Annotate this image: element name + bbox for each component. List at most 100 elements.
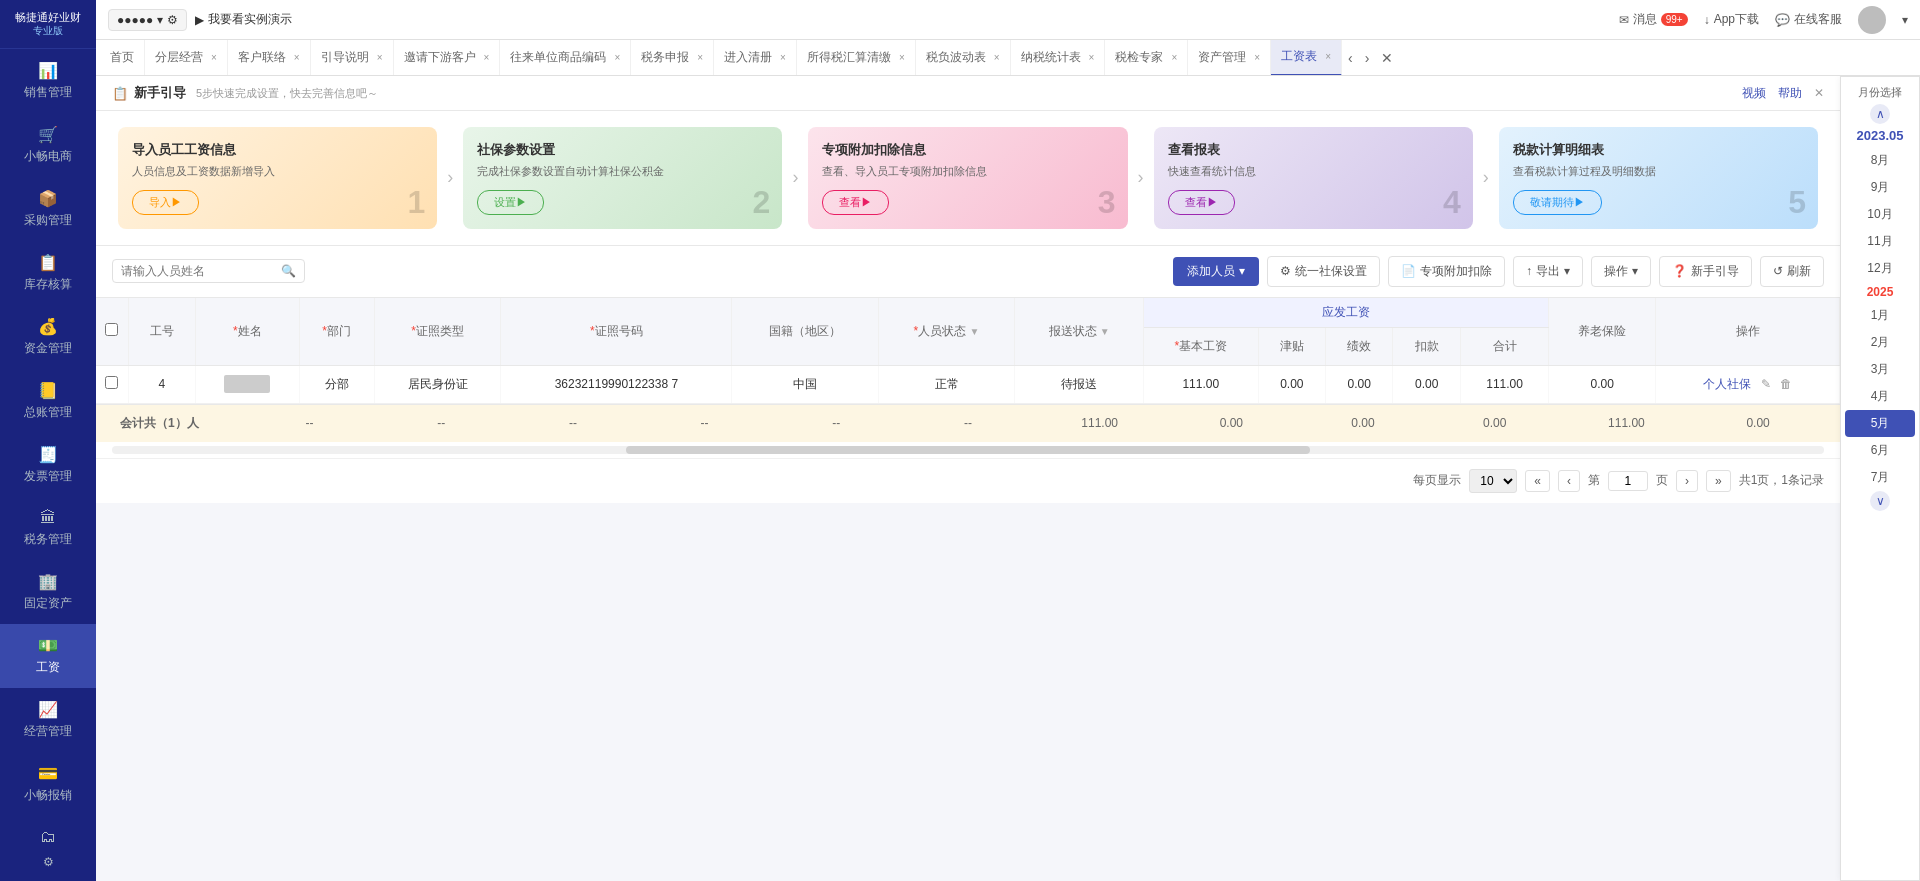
tab-nav-next[interactable]: › <box>1359 40 1376 76</box>
add-employee-btn[interactable]: 添加人员 ▾ <box>1173 257 1259 286</box>
search-input[interactable] <box>121 264 281 278</box>
app-download-btn[interactable]: ↓ App下载 <box>1704 11 1759 28</box>
row-action-social-0[interactable]: 个人社保 <box>1703 377 1751 391</box>
row-action-delete-0[interactable]: 🗑 <box>1780 377 1792 391</box>
tab-yinjian[interactable]: 引导说明× <box>311 40 394 76</box>
tab-close-yinjian[interactable]: × <box>377 52 383 63</box>
next-page-btn[interactable]: › <box>1676 470 1698 492</box>
export-btn[interactable]: ↑ 导出 ▾ <box>1513 256 1583 287</box>
scroll-thumb[interactable] <box>626 446 1311 454</box>
tab-close-all-btn[interactable]: ✕ <box>1375 40 1399 76</box>
month-item-m9[interactable]: 9月 <box>1845 174 1915 201</box>
month-picker-up-btn[interactable]: ∧ <box>1870 104 1890 124</box>
scroll-bar-area[interactable] <box>96 442 1840 458</box>
sidebar-item-inventory[interactable]: 📋 库存核算 <box>0 241 96 305</box>
message-btn[interactable]: ✉ 消息 99+ <box>1619 11 1688 28</box>
row-select-0[interactable] <box>105 376 118 389</box>
page-size-select[interactable]: 10 20 50 <box>1469 469 1517 493</box>
tab-home[interactable]: 首页 <box>100 40 145 76</box>
tab-zhuanjia[interactable]: 税检专家× <box>1105 40 1188 76</box>
sidebar-item-general[interactable]: 📒 总账管理 <box>0 369 96 433</box>
tab-suodei[interactable]: 所得税汇算清缴× <box>797 40 916 76</box>
tab-shenbao[interactable]: 税务申报× <box>631 40 714 76</box>
first-page-btn[interactable]: « <box>1525 470 1550 492</box>
select-all-checkbox[interactable] <box>105 323 118 336</box>
tab-close-shenbao[interactable]: × <box>697 52 703 63</box>
guide-video-btn[interactable]: 视频 <box>1742 85 1766 102</box>
step-num-1: 1 <box>407 184 425 221</box>
social-insurance-btn[interactable]: ⚙ 统一社保设置 <box>1267 256 1380 287</box>
month-item-m4[interactable]: 4月 <box>1845 383 1915 410</box>
guide-btn[interactable]: ❓ 新手引导 <box>1659 256 1752 287</box>
month-item-m1[interactable]: 1月 <box>1845 302 1915 329</box>
tab-nav-prev[interactable]: ‹ <box>1342 40 1359 76</box>
tab-gongzi[interactable]: 工资表× <box>1271 40 1342 76</box>
tab-close-mianchu[interactable]: × <box>994 52 1000 63</box>
special-deduct-btn[interactable]: 📄 专项附加扣除 <box>1388 256 1505 287</box>
sidebar-item-fund[interactable]: 💰 资金管理 <box>0 305 96 369</box>
tab-close-gongzi[interactable]: × <box>1325 51 1331 62</box>
tab-close-suodei[interactable]: × <box>899 52 905 63</box>
tab-jinru[interactable]: 进入清册× <box>714 40 797 76</box>
step-btn-3[interactable]: 查看▶ <box>822 190 889 215</box>
row-checkbox-0[interactable] <box>96 365 128 403</box>
user-avatar[interactable] <box>1858 6 1886 34</box>
tab-kehu[interactable]: 客户联络× <box>228 40 311 76</box>
operation-btn[interactable]: 操作 ▾ <box>1591 256 1651 287</box>
sidebar-item-marketing[interactable]: 💳 小畅报销 <box>0 752 96 816</box>
tab-close-yaoqing[interactable]: × <box>484 52 490 63</box>
month-item-m3[interactable]: 3月 <box>1845 356 1915 383</box>
tab-close-fen_ceng[interactable]: × <box>211 52 217 63</box>
sidebar-item-ecommerce[interactable]: 🛒 小畅电商 <box>0 113 96 177</box>
sidebar-settings-btn[interactable]: ⚙ <box>39 843 58 881</box>
sidebar-item-invoice[interactable]: 🧾 发票管理 <box>0 433 96 497</box>
tab-label-wanglai: 往来单位商品编码 <box>510 49 606 66</box>
tab-zichan[interactable]: 资产管理× <box>1188 40 1271 76</box>
tab-mianchu[interactable]: 税负波动表× <box>916 40 1011 76</box>
tab-close-jinru[interactable]: × <box>780 52 786 63</box>
month-item-m8[interactable]: 8月 <box>1845 147 1915 174</box>
step-card-3: 专项附加扣除信息 查看、导入员工专项附加扣除信息 查看▶ 3 <box>808 127 1127 229</box>
tab-close-tongji[interactable]: × <box>1089 52 1095 63</box>
sidebar-item-purchase[interactable]: 📦 采购管理 <box>0 177 96 241</box>
month-item-m12[interactable]: 12月 <box>1845 255 1915 282</box>
step-btn-5[interactable]: 敬请期待▶ <box>1513 190 1602 215</box>
user-menu-btn[interactable]: ▾ <box>1902 13 1908 27</box>
month-item-m5[interactable]: 5月 <box>1845 410 1915 437</box>
guide-close-btn[interactable]: ✕ <box>1814 86 1824 100</box>
demo-btn[interactable]: ▶ 我要看实例演示 <box>195 11 292 28</box>
tab-close-zichan[interactable]: × <box>1254 52 1260 63</box>
tab-fen_ceng[interactable]: 分层经营× <box>145 40 228 76</box>
month-picker-down-btn[interactable]: ∨ <box>1870 491 1890 511</box>
sidebar-item-fixed_asset[interactable]: 🏢 固定资产 <box>0 560 96 624</box>
guide-help-btn[interactable]: 帮助 <box>1778 85 1802 102</box>
month-item-m6[interactable]: 6月 <box>1845 437 1915 464</box>
scroll-track[interactable] <box>112 446 1824 454</box>
page-number-input[interactable] <box>1608 471 1648 491</box>
prev-page-btn[interactable]: ‹ <box>1558 470 1580 492</box>
refresh-btn[interactable]: ↺ 刷新 <box>1760 256 1824 287</box>
search-icon[interactable]: 🔍 <box>281 264 296 278</box>
sidebar-item-sales[interactable]: 📊 销售管理 <box>0 49 96 113</box>
tab-tongji[interactable]: 纳税统计表× <box>1011 40 1106 76</box>
month-item-m10[interactable]: 10月 <box>1845 201 1915 228</box>
sidebar-item-salary[interactable]: 💵 工资 <box>0 624 96 688</box>
tab-close-wanglai[interactable]: × <box>614 52 620 63</box>
tab-yaoqing[interactable]: 邀请下游客户× <box>394 40 501 76</box>
step-btn-1[interactable]: 导入▶ <box>132 190 199 215</box>
last-page-btn[interactable]: » <box>1706 470 1731 492</box>
step-btn-4[interactable]: 查看▶ <box>1168 190 1235 215</box>
online-service-btn[interactable]: 💬 在线客服 <box>1775 11 1842 28</box>
step-btn-2[interactable]: 设置▶ <box>477 190 544 215</box>
row-action-edit-0[interactable]: ✎ <box>1761 377 1771 391</box>
tab-wanglai[interactable]: 往来单位商品编码 × <box>500 40 631 76</box>
month-item-m11[interactable]: 11月 <box>1845 228 1915 255</box>
sidebar-item-basic[interactable]: 🗂 基础信息 <box>0 816 96 843</box>
month-item-m7[interactable]: 7月 <box>1845 464 1915 491</box>
tab-close-zhuanjia[interactable]: × <box>1171 52 1177 63</box>
sidebar-item-tax[interactable]: 🏛 税务管理 <box>0 497 96 560</box>
sidebar-item-operation[interactable]: 📈 经营管理 <box>0 688 96 752</box>
month-item-m2[interactable]: 2月 <box>1845 329 1915 356</box>
tab-close-kehu[interactable]: × <box>294 52 300 63</box>
company-selector[interactable]: ●●●●● ▾ ⚙ <box>108 9 187 31</box>
